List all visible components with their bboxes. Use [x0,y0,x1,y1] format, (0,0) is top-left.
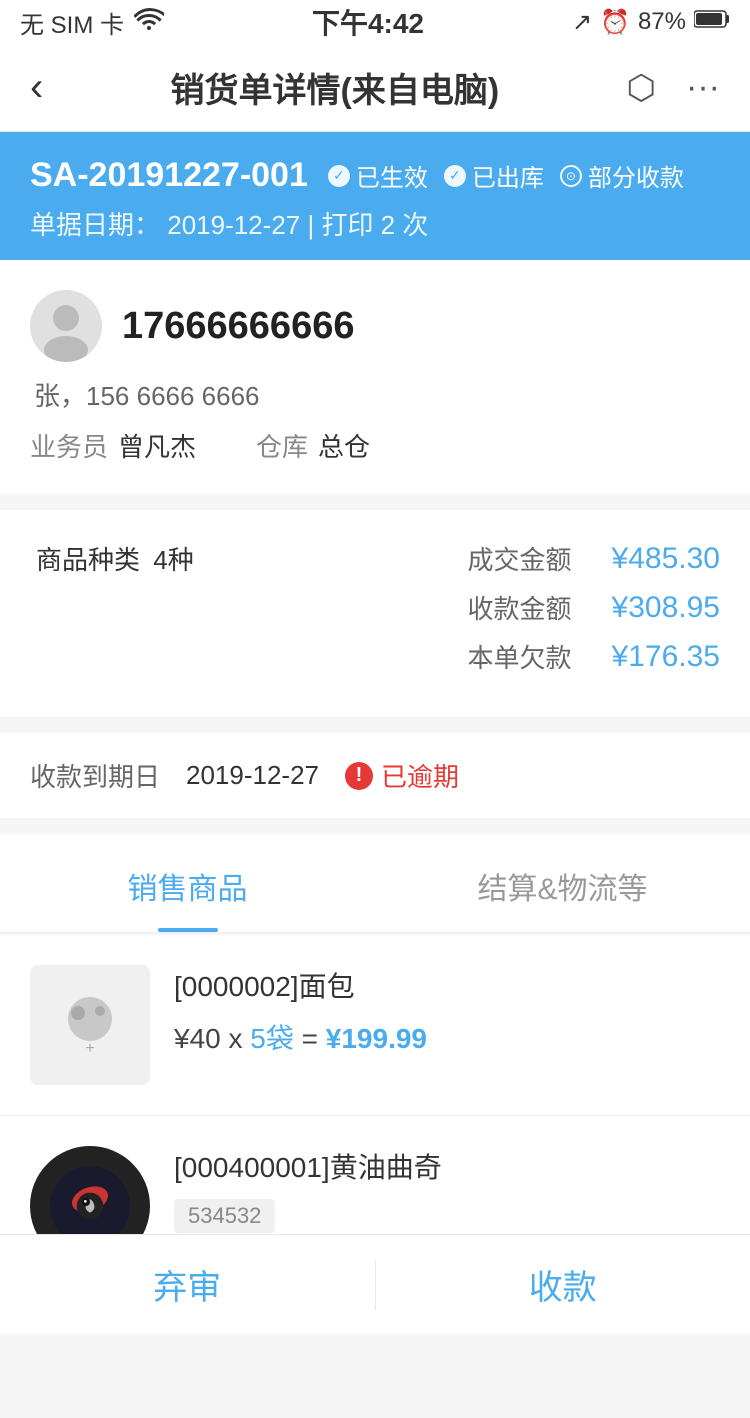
order-id: SA-20191227-001 [30,156,308,195]
warehouse-info: 仓库 总仓 [256,427,370,464]
deal-amount-row: 成交金额 ¥485.30 [468,540,720,577]
due-section: 收款到期日 2019-12-27 ! 已逾期 [0,733,750,818]
battery-text: 87% [638,8,686,36]
avatar [30,290,102,362]
status-shipped-label: 已出库 [472,158,544,193]
debt-amount-row: 本单欠款 ¥176.35 [468,638,720,675]
status-effective-label: 已生效 [356,158,428,193]
product-info-1: [0000002]面包 ¥40 x 5袋 = ¥199.99 [174,965,720,1057]
alarm-icon: ⏰ [600,8,630,37]
product-price-1: ¥40 x 5袋 = ¥199.99 [174,1017,720,1057]
order-date: 2019-12-27 [167,210,300,240]
customer-main-row: 17666666666 [30,290,720,362]
order-date-row: 单据日期： 2019-12-27 | 打印 2 次 [30,205,720,242]
receive-payment-button[interactable]: 收款 [376,1240,750,1329]
order-id-row: SA-20191227-001 ✓ 已生效 ✓ 已出库 ⊙ 部分收款 [30,156,720,195]
category-item: 商品种类 4种 [30,540,194,577]
tabs-section: 销售商品 结算&物流等 [0,834,750,933]
clock-icon: ⊙ [560,165,582,187]
status-partial-label: 部分收款 [588,158,684,193]
status-effective: ✓ 已生效 [328,158,428,193]
status-shipped: ✓ 已出库 [444,158,544,193]
sales-name: 曾凡杰 [118,427,196,464]
date-label: 单据日期： [30,210,160,240]
sales-info: 业务员 曾凡杰 [30,427,196,464]
qty-1: 5袋 [250,1023,294,1054]
warehouse-name: 总仓 [318,427,370,464]
nav-actions: ⬡ ··· [626,68,720,108]
due-label: 收款到期日 [30,757,160,794]
nav-title: 销货单详情(来自电脑) [171,63,500,112]
received-amount: ¥308.95 [612,591,720,625]
back-button[interactable]: ‹ [30,65,43,110]
battery-icon [694,8,730,36]
customer-meta: 业务员 曾凡杰 仓库 总仓 [30,427,720,464]
nav-bar: ‹ 销货单详情(来自电脑) ⬡ ··· [0,44,750,132]
debt-amount: ¥176.35 [612,640,720,674]
due-date: 2019-12-27 [186,760,319,791]
deal-amount: ¥485.30 [612,542,720,576]
order-header-banner: SA-20191227-001 ✓ 已生效 ✓ 已出库 ⊙ 部分收款 单据日期：… [0,132,750,260]
customer-name-phone: 张，156 6666 6666 [30,376,720,413]
summary-left: 商品种类 4种 [30,540,194,585]
status-badges: ✓ 已生效 ✓ 已出库 ⊙ 部分收款 [328,158,684,193]
product-item: + [0000002]面包 ¥40 x 5袋 = ¥199.99 [0,935,750,1116]
summary-section: 商品种类 4种 成交金额 ¥485.30 收款金额 ¥308.95 本单欠款 ¥… [0,510,750,717]
status-bar-time: 下午4:42 [312,2,424,42]
svg-text:+: + [85,1040,94,1057]
status-bar-left: 无 SIM 卡 [20,5,164,40]
wifi-icon [134,8,164,37]
deal-label: 成交金额 [468,540,572,577]
customer-phone: 17666666666 [122,305,354,348]
customer-section: 17666666666 张，156 6666 6666 业务员 曾凡杰 仓库 总… [0,260,750,494]
product-name-2: [000400001]黄油曲奇 [174,1146,720,1186]
product-tag-2: 534532 [174,1199,275,1233]
check-icon: ✓ [328,165,350,187]
debt-label: 本单欠款 [468,638,572,675]
share-button[interactable]: ⬡ [626,68,656,108]
product-name-1: [0000002]面包 [174,965,720,1005]
received-label: 收款金额 [468,589,572,626]
bottom-bar: 弃审 收款 [0,1234,750,1334]
sales-label: 业务员 [30,427,108,464]
price-base-1: ¥40 [174,1023,221,1054]
print-count: | 打印 2 次 [307,210,428,240]
tabs-row: 销售商品 结算&物流等 [0,834,750,933]
received-amount-row: 收款金额 ¥308.95 [468,589,720,626]
status-partial: ⊙ 部分收款 [560,158,684,193]
location-icon: ↗ [572,8,592,37]
status-bar-right: ↗ ⏰ 87% [572,8,730,37]
warehouse-label: 仓库 [256,427,308,464]
summary-row: 商品种类 4种 成交金额 ¥485.30 收款金额 ¥308.95 本单欠款 ¥… [30,540,720,687]
tab-billing[interactable]: 结算&物流等 [375,834,750,932]
category-count: 4种 [153,545,193,575]
status-bar: 无 SIM 卡 下午4:42 ↗ ⏰ 87% [0,0,750,44]
overdue-icon: ! [345,762,373,790]
summary-right: 成交金额 ¥485.30 收款金额 ¥308.95 本单欠款 ¥176.35 [468,540,720,687]
check-icon-2: ✓ [444,165,466,187]
product-thumb-1: + [30,965,150,1085]
tab-sales[interactable]: 销售商品 [0,834,375,932]
overdue-text: 已逾期 [381,757,459,794]
overdue-badge: ! 已逾期 [345,757,459,794]
total-1: ¥199.99 [326,1023,427,1054]
cancel-review-button[interactable]: 弃审 [0,1240,375,1329]
category-label: 商品种类 [36,545,140,575]
carrier-text: 无 SIM 卡 [20,5,124,40]
more-button[interactable]: ··· [686,68,720,107]
